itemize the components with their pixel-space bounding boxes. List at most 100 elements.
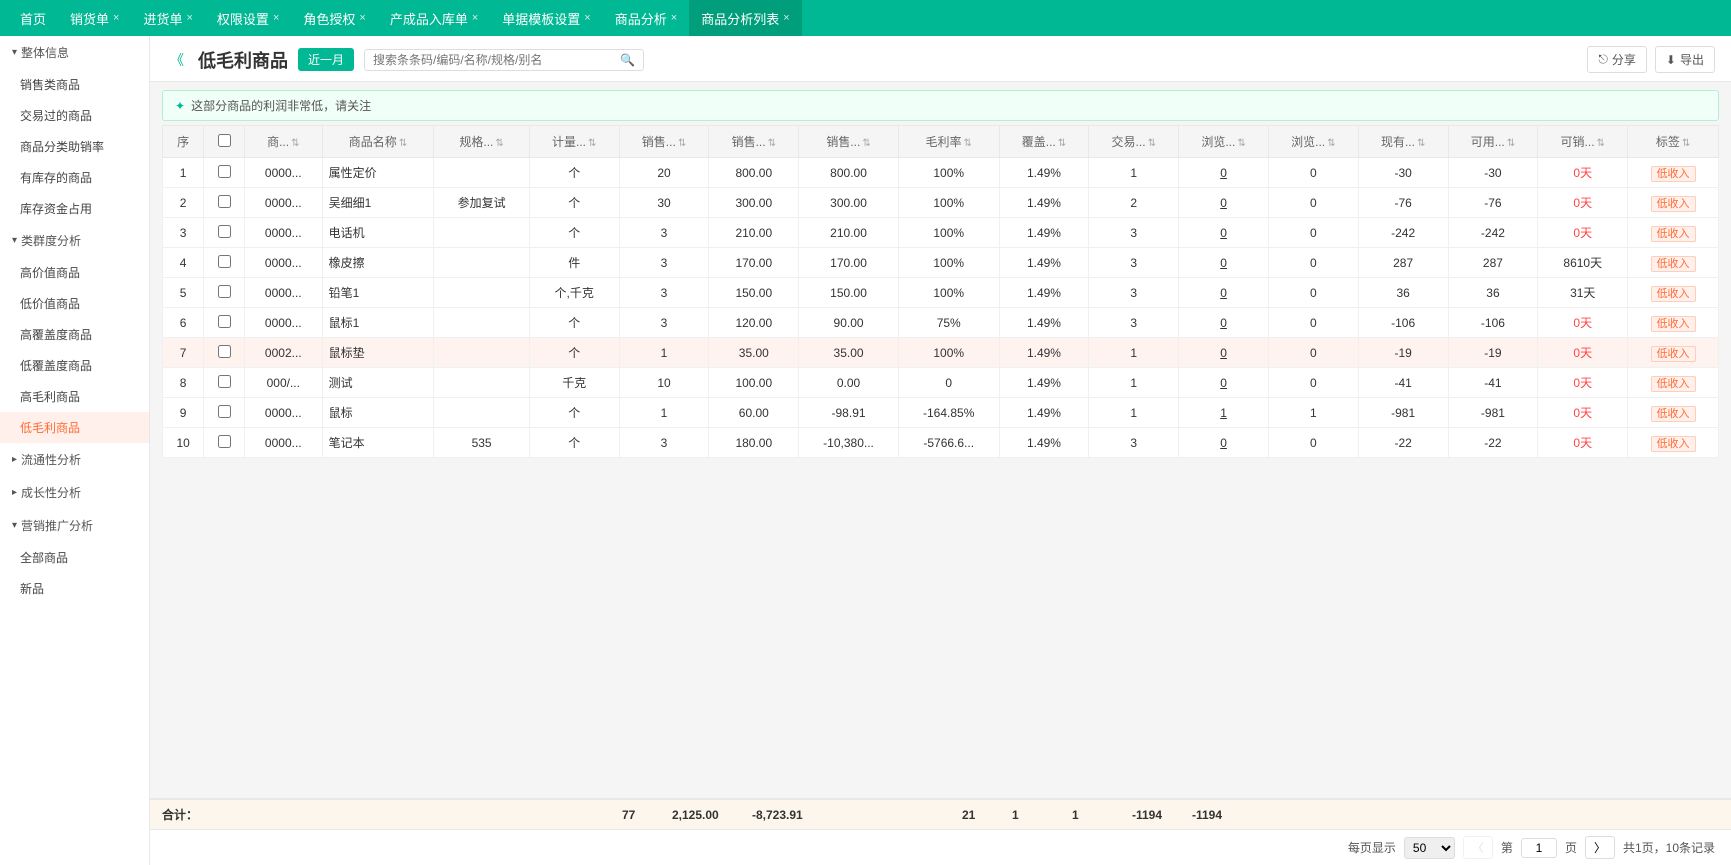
- cell-check[interactable]: [204, 248, 245, 278]
- col-sale3[interactable]: 销售...⇅: [799, 126, 899, 158]
- row-checkbox[interactable]: [218, 375, 231, 388]
- nav-home[interactable]: 首页: [8, 0, 58, 36]
- col-name[interactable]: 商品名称⇅: [322, 126, 434, 158]
- cell-check[interactable]: [204, 158, 245, 188]
- nav-close-analysis-list[interactable]: ×: [783, 12, 789, 24]
- col-check[interactable]: [204, 126, 245, 158]
- col-tag[interactable]: 标签⇅: [1628, 126, 1719, 158]
- sidebar-collapse-button[interactable]: 《: [166, 50, 188, 70]
- col-gross-rate[interactable]: 毛利率⇅: [898, 126, 999, 158]
- sidebar-item-high-margin[interactable]: 高毛利商品: [0, 381, 149, 412]
- nav-product-entry[interactable]: 产成品入库单 ×: [378, 0, 490, 36]
- col-spec[interactable]: 规格...⇅: [434, 126, 529, 158]
- nav-permission[interactable]: 权限设置 ×: [205, 0, 291, 36]
- cell-browse1[interactable]: 1: [1179, 398, 1269, 428]
- browse-link[interactable]: 0: [1220, 436, 1227, 450]
- search-box[interactable]: 🔍: [364, 49, 644, 71]
- cell-check[interactable]: [204, 218, 245, 248]
- browse-link[interactable]: 0: [1220, 286, 1227, 300]
- nav-close-role[interactable]: ×: [359, 12, 365, 24]
- cell-browse1[interactable]: 0: [1179, 368, 1269, 398]
- sidebar-item-inventory-capital[interactable]: 库存资金占用: [0, 193, 149, 224]
- col-current[interactable]: 现有...⇅: [1358, 126, 1448, 158]
- cell-browse1[interactable]: 0: [1179, 188, 1269, 218]
- nav-close-purchase[interactable]: ×: [186, 12, 192, 24]
- select-all-checkbox[interactable]: [218, 134, 231, 147]
- sidebar-item-low-coverage[interactable]: 低覆盖度商品: [0, 350, 149, 381]
- cell-check[interactable]: [204, 308, 245, 338]
- cell-browse1[interactable]: 0: [1179, 338, 1269, 368]
- browse-link[interactable]: 0: [1220, 316, 1227, 330]
- nav-template[interactable]: 单据模板设置 ×: [490, 0, 602, 36]
- sidebar-item-all-goods[interactable]: 全部商品: [0, 542, 149, 573]
- sidebar-section-overall[interactable]: ▾ 整体信息: [0, 36, 149, 69]
- nav-analysis-list[interactable]: 商品分析列表 ×: [689, 0, 801, 36]
- col-available[interactable]: 可用...⇅: [1448, 126, 1538, 158]
- search-icon[interactable]: 🔍: [620, 53, 635, 67]
- nav-analysis[interactable]: 商品分析 ×: [603, 0, 689, 36]
- sidebar-item-high-coverage[interactable]: 高覆盖度商品: [0, 319, 149, 350]
- nav-close-product-entry[interactable]: ×: [472, 12, 478, 24]
- row-checkbox[interactable]: [218, 225, 231, 238]
- nav-close-template[interactable]: ×: [584, 12, 590, 24]
- sidebar-item-category-rate[interactable]: 商品分类助销率: [0, 131, 149, 162]
- prev-page-button[interactable]: 〈: [1463, 836, 1493, 859]
- nav-close-analysis[interactable]: ×: [671, 12, 677, 24]
- row-checkbox[interactable]: [218, 195, 231, 208]
- sidebar-item-new-goods[interactable]: 新品: [0, 573, 149, 604]
- sidebar-section-growth[interactable]: ▸ 成长性分析: [0, 476, 149, 509]
- cell-check[interactable]: [204, 188, 245, 218]
- sidebar-item-sales-goods[interactable]: 销售类商品: [0, 69, 149, 100]
- col-browse2[interactable]: 浏览...⇅: [1268, 126, 1358, 158]
- period-button[interactable]: 近一月: [298, 48, 354, 71]
- cell-check[interactable]: [204, 398, 245, 428]
- nav-close-sales[interactable]: ×: [113, 12, 119, 24]
- per-page-select[interactable]: 50 20 100: [1404, 837, 1455, 859]
- browse-link[interactable]: 0: [1220, 166, 1227, 180]
- row-checkbox[interactable]: [218, 405, 231, 418]
- nav-sales[interactable]: 销货单 ×: [58, 0, 131, 36]
- col-unit[interactable]: 计量...⇅: [529, 126, 619, 158]
- sidebar-section-flow[interactable]: ▸ 流通性分析: [0, 443, 149, 476]
- browse-link[interactable]: 0: [1220, 346, 1227, 360]
- browse-link[interactable]: 0: [1220, 196, 1227, 210]
- cell-browse1[interactable]: 0: [1179, 248, 1269, 278]
- next-page-button[interactable]: 〉: [1585, 836, 1615, 859]
- cell-browse1[interactable]: 0: [1179, 278, 1269, 308]
- col-browse1[interactable]: 浏览...⇅: [1179, 126, 1269, 158]
- row-checkbox[interactable]: [218, 435, 231, 448]
- search-input[interactable]: [373, 53, 620, 67]
- page-number-input[interactable]: [1521, 838, 1557, 858]
- cell-browse1[interactable]: 0: [1179, 158, 1269, 188]
- cell-check[interactable]: [204, 338, 245, 368]
- sidebar-item-high-value[interactable]: 高价值商品: [0, 257, 149, 288]
- browse-link[interactable]: 1: [1220, 406, 1227, 420]
- sidebar-item-inventory-goods[interactable]: 有库存的商品: [0, 162, 149, 193]
- cell-browse1[interactable]: 0: [1179, 218, 1269, 248]
- row-checkbox[interactable]: [218, 285, 231, 298]
- table-container[interactable]: 序 商...⇅ 商品名称⇅ 规格...⇅ 计量...⇅ 销售...⇅ 销售...…: [150, 125, 1731, 798]
- cell-browse1[interactable]: 0: [1179, 428, 1269, 458]
- cell-check[interactable]: [204, 278, 245, 308]
- cell-check[interactable]: [204, 428, 245, 458]
- browse-link[interactable]: 0: [1220, 226, 1227, 240]
- browse-link[interactable]: 0: [1220, 376, 1227, 390]
- col-trade[interactable]: 交易...⇅: [1089, 126, 1179, 158]
- col-cover[interactable]: 覆盖...⇅: [999, 126, 1089, 158]
- nav-purchase[interactable]: 进货单 ×: [131, 0, 204, 36]
- sidebar-item-traded-goods[interactable]: 交易过的商品: [0, 100, 149, 131]
- export-button[interactable]: ⬇ 导出: [1655, 46, 1715, 73]
- nav-role[interactable]: 角色授权 ×: [291, 0, 377, 36]
- sidebar-item-low-margin[interactable]: 低毛利商品: [0, 412, 149, 443]
- row-checkbox[interactable]: [218, 345, 231, 358]
- row-checkbox[interactable]: [218, 255, 231, 268]
- col-salable[interactable]: 可销...⇅: [1538, 126, 1628, 158]
- share-button[interactable]: ⎋ 分享: [1587, 46, 1647, 73]
- row-checkbox[interactable]: [218, 165, 231, 178]
- nav-close-permission[interactable]: ×: [273, 12, 279, 24]
- col-code[interactable]: 商...⇅: [244, 126, 322, 158]
- sidebar-section-marketing[interactable]: ▾ 营销推广分析: [0, 509, 149, 542]
- cell-browse1[interactable]: 0: [1179, 308, 1269, 338]
- sidebar-item-low-value[interactable]: 低价值商品: [0, 288, 149, 319]
- cell-check[interactable]: [204, 368, 245, 398]
